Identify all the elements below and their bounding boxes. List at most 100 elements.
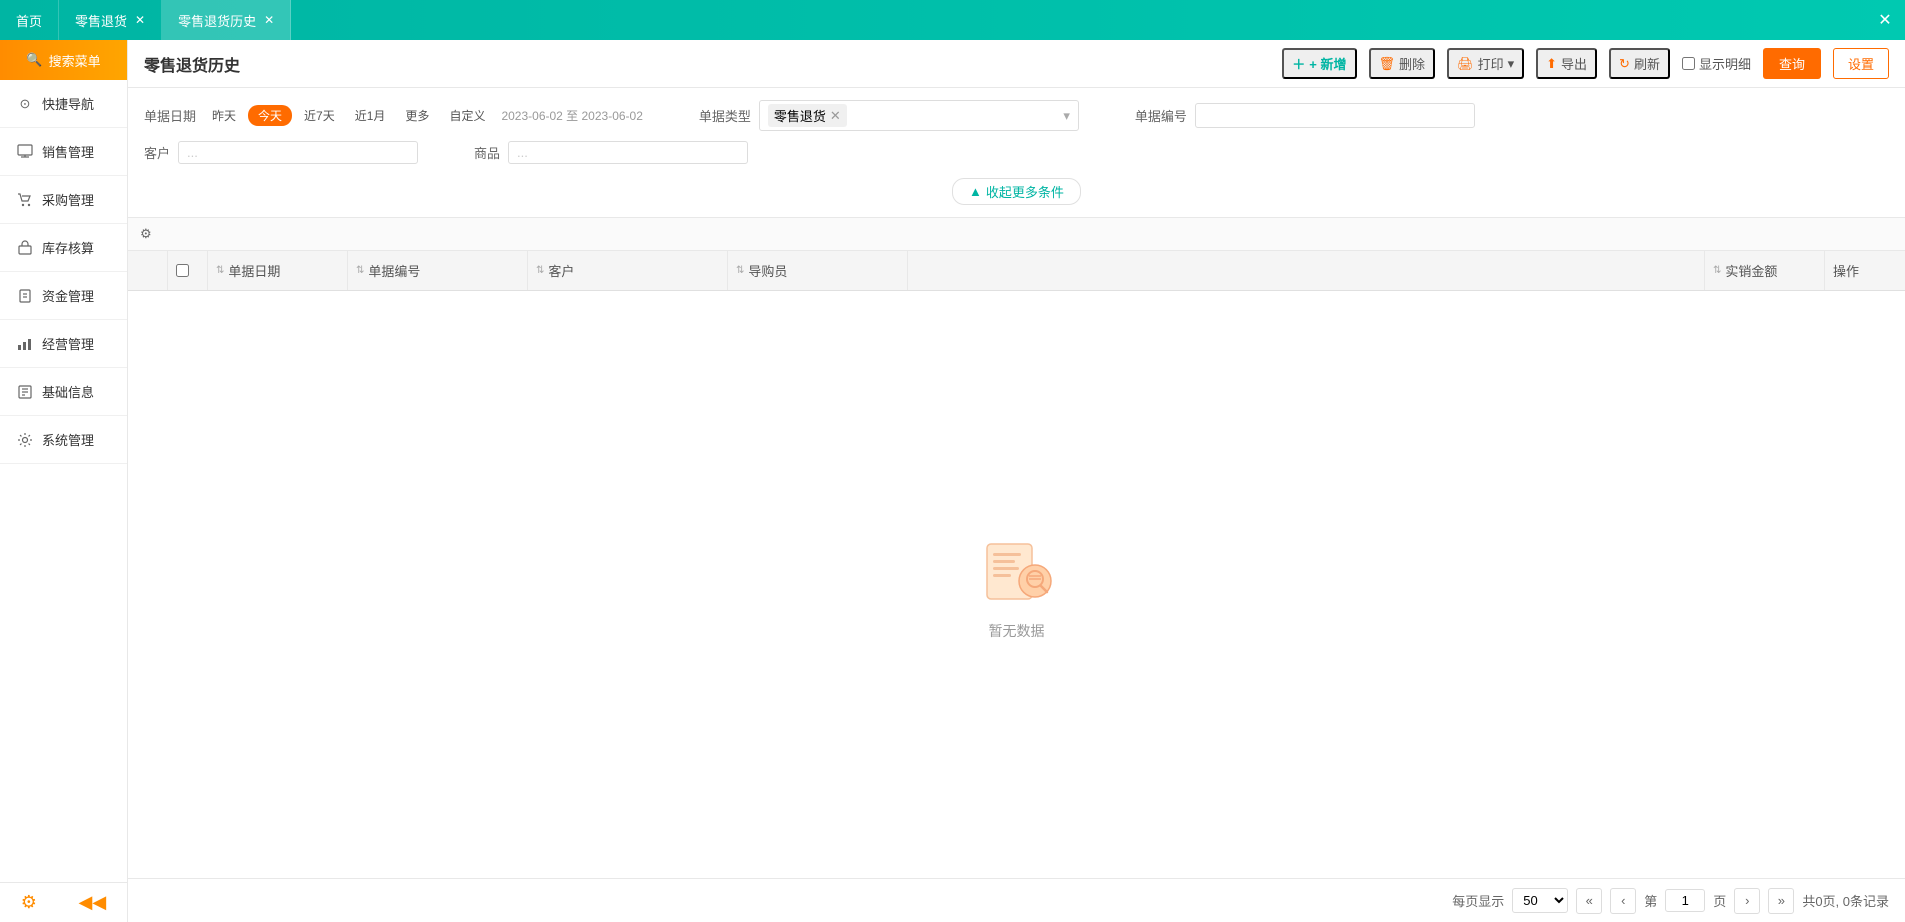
sidebar-item-quick-nav[interactable]: ⊙ 快捷导航	[0, 80, 127, 128]
col-actual-amount[interactable]: ⇅ 实销金额	[1705, 251, 1825, 290]
sidebar-item-finance[interactable]: 资金管理	[0, 272, 127, 320]
finance-icon	[16, 287, 34, 305]
collapse-button[interactable]: ▲ 收起更多条件	[952, 178, 1081, 205]
refresh-icon: ↻	[1619, 56, 1630, 72]
doc-type-tag-close[interactable]: ✕	[830, 108, 841, 124]
close-tab-retail-return[interactable]: ✕	[135, 13, 145, 27]
basic-info-icon	[16, 383, 34, 401]
sidebar-nav: ⊙ 快捷导航 销售管理 采购管理 库存核算	[0, 80, 127, 882]
query-button[interactable]: 查询	[1763, 48, 1821, 79]
date-7days[interactable]: 近7天	[296, 105, 343, 126]
sidebar-item-inventory[interactable]: 库存核算	[0, 224, 127, 272]
doc-date-sort-icon: ⇅	[216, 265, 224, 276]
system-mgmt-icon	[16, 431, 34, 449]
date-today[interactable]: 今天	[248, 105, 292, 126]
header-actions: ＋ + 新增 🗑 删除 🖨 打印 ▾ ⬆ 导出 ↻	[1282, 48, 1889, 79]
doc-number-sort-icon: ⇅	[356, 265, 364, 276]
show-detail-checkbox[interactable]: 显示明细	[1682, 54, 1751, 73]
table-header: ⇅ 单据日期 ⇅ 单据编号 ⇅ 客户 ⇅ 导购员 ⇅ 实销	[128, 251, 1905, 291]
filter-area: 单据日期 昨天 今天 近7天 近1月 更多 自定义 2023-06-02 至 2…	[128, 88, 1905, 218]
sidebar-item-system-mgmt[interactable]: 系统管理	[0, 416, 127, 464]
date-yesterday[interactable]: 昨天	[204, 105, 244, 126]
print-icon: 🖨	[1457, 56, 1474, 72]
doc-type-dropdown-icon: ▾	[1063, 108, 1070, 124]
total-info: 共0页, 0条记录	[1802, 891, 1889, 910]
print-button[interactable]: 🖨 打印 ▾	[1447, 48, 1524, 79]
empty-state: 暂无数据	[977, 529, 1057, 641]
col-guide[interactable]: ⇅ 导购员	[728, 251, 908, 290]
empty-illustration	[977, 529, 1057, 609]
page-title: 零售退货历史	[144, 52, 240, 76]
delete-icon: 🗑	[1379, 56, 1396, 72]
date-more[interactable]: 更多	[397, 105, 437, 126]
doc-number-label: 单据编号	[1135, 106, 1187, 125]
customer-sort-icon: ⇅	[536, 265, 544, 276]
plus-icon: ＋	[1292, 54, 1305, 73]
customer-select[interactable]: ...	[178, 141, 418, 164]
close-tab-retail-return-history[interactable]: ✕	[264, 13, 274, 27]
delete-button[interactable]: 🗑 删除	[1369, 48, 1436, 79]
purchase-mgmt-icon	[16, 191, 34, 209]
col-checkbox[interactable]	[168, 251, 208, 290]
collapse-row: ▲ 收起更多条件	[144, 174, 1889, 209]
page-header: 零售退货历史 ＋ + 新增 🗑 删除 🖨 打印 ▾ ⬆ 导出	[128, 40, 1905, 88]
customer-filter: 客户 ...	[144, 141, 418, 164]
topbar: 首页 零售退货 ✕ 零售退货历史 ✕ ✕	[0, 0, 1905, 40]
search-icon: 🔍	[26, 52, 42, 68]
main-layout: 🔍 搜索菜单 ⊙ 快捷导航 销售管理 采购管理	[0, 40, 1905, 922]
sidebar-item-operations[interactable]: 经营管理	[0, 320, 127, 368]
print-dropdown-icon: ▾	[1508, 56, 1515, 72]
refresh-button[interactable]: ↻ 刷新	[1609, 48, 1670, 79]
goods-label: 商品	[474, 143, 500, 162]
doc-type-tag: 零售退货 ✕	[768, 104, 847, 127]
quick-nav-icon: ⊙	[16, 95, 34, 113]
sidebar-item-purchase-mgmt[interactable]: 采购管理	[0, 176, 127, 224]
tab-retail-return-history[interactable]: 零售退货历史 ✕	[162, 0, 291, 40]
doc-type-label: 单据类型	[699, 106, 751, 125]
page-size-select[interactable]: 50 10 20 100	[1512, 888, 1568, 913]
tab-home[interactable]: 首页	[0, 0, 59, 40]
operations-icon	[16, 335, 34, 353]
col-customer[interactable]: ⇅ 客户	[528, 251, 728, 290]
doc-type-filter: 单据类型 零售退货 ✕ ▾	[699, 100, 1079, 131]
sidebar: 🔍 搜索菜单 ⊙ 快捷导航 销售管理 采购管理	[0, 40, 128, 922]
collapse-icon: ▲	[969, 184, 982, 199]
date-1month[interactable]: 近1月	[347, 105, 394, 126]
audio-footer-icon[interactable]: ◀◀	[79, 892, 107, 913]
col-doc-number[interactable]: ⇅ 单据编号	[348, 251, 528, 290]
export-icon: ⬆	[1546, 56, 1557, 72]
settings-footer-icon[interactable]: ⚙	[21, 892, 37, 913]
last-page-button[interactable]: »	[1768, 888, 1794, 914]
date-range-display: 2023-06-02 至 2023-06-02	[501, 107, 642, 124]
date-custom[interactable]: 自定义	[441, 105, 493, 126]
export-button[interactable]: ⬆ 导出	[1536, 48, 1597, 79]
doc-type-select[interactable]: 零售退货 ✕ ▾	[759, 100, 1079, 131]
window-close-button[interactable]: ✕	[1865, 0, 1905, 40]
doc-number-filter: 单据编号	[1135, 103, 1475, 128]
doc-number-input[interactable]	[1195, 103, 1475, 128]
sidebar-search[interactable]: 🔍 搜索菜单	[0, 40, 127, 80]
sidebar-item-sales-mgmt[interactable]: 销售管理	[0, 128, 127, 176]
content-area: 零售退货历史 ＋ + 新增 🗑 删除 🖨 打印 ▾ ⬆ 导出	[128, 40, 1905, 922]
date-options: 昨天 今天 近7天 近1月 更多 自定义	[204, 105, 493, 126]
date-filter: 单据日期 昨天 今天 近7天 近1月 更多 自定义 2023-06-02 至 2…	[144, 105, 643, 126]
col-doc-date[interactable]: ⇅ 单据日期	[208, 251, 348, 290]
tab-retail-return[interactable]: 零售退货 ✕	[59, 0, 162, 40]
page-number-input[interactable]	[1665, 889, 1705, 912]
next-page-button[interactable]: ›	[1734, 888, 1760, 914]
new-button[interactable]: ＋ + 新增	[1282, 48, 1356, 79]
sidebar-item-basic-info[interactable]: 基础信息	[0, 368, 127, 416]
filter-row-2: 客户 ... 商品 ...	[144, 141, 1889, 164]
table-settings-icon[interactable]: ⚙	[140, 226, 152, 242]
select-all-checkbox[interactable]	[176, 264, 189, 277]
date-filter-label: 单据日期	[144, 106, 196, 125]
page-label: 第	[1644, 891, 1657, 910]
goods-select[interactable]: ...	[508, 141, 748, 164]
table-body: 暂无数据	[128, 291, 1905, 878]
settings-button[interactable]: 设置	[1833, 48, 1889, 79]
filter-row-1: 单据日期 昨天 今天 近7天 近1月 更多 自定义 2023-06-02 至 2…	[144, 100, 1889, 131]
prev-page-button[interactable]: ‹	[1610, 888, 1636, 914]
first-page-button[interactable]: «	[1576, 888, 1602, 914]
goods-filter: 商品 ...	[474, 141, 748, 164]
show-detail-input[interactable]	[1682, 57, 1695, 70]
